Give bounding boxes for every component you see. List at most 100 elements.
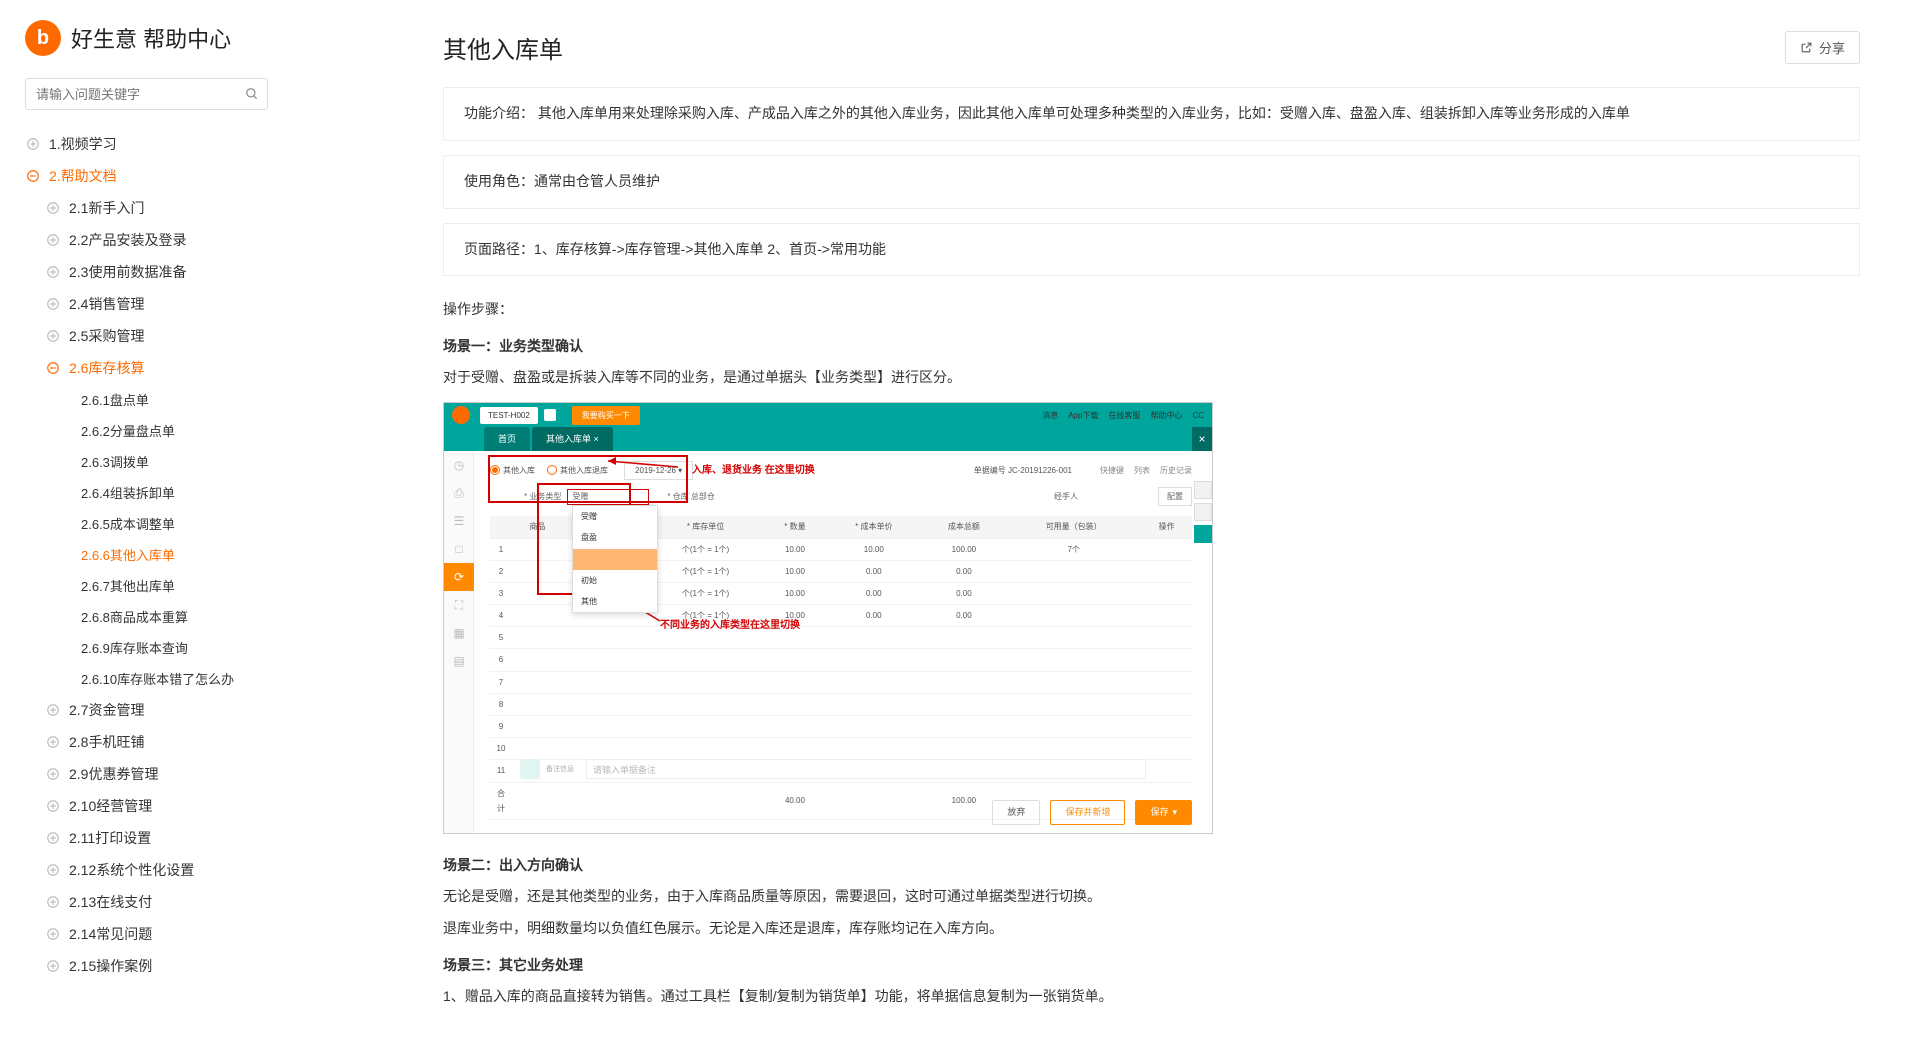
table-cell	[1141, 738, 1192, 760]
nav-item[interactable]: 1.视频学习	[25, 128, 268, 160]
nav-item[interactable]: 2.13在线支付	[25, 886, 268, 918]
shot-tab-home: 首页	[484, 427, 530, 451]
nav-item[interactable]: 2.3使用前数据准备	[25, 256, 268, 288]
lb-icon-active: ⟳	[444, 563, 474, 591]
nav-item-label: 2.13在线支付	[69, 892, 152, 912]
sidebar: b 好生意 帮助中心 1.视频学习2.帮助文档2.1新手入门2.2产品安装及登录…	[0, 0, 293, 1055]
nav-item[interactable]: 2.15操作案例	[25, 950, 268, 982]
table-cell	[1141, 649, 1192, 671]
expand-icon	[45, 702, 61, 718]
nav-item-label: 2.9优惠券管理	[69, 764, 158, 784]
table-cell	[1006, 649, 1141, 671]
nav-item[interactable]: 2.8手机旺铺	[25, 726, 268, 758]
shot-leftbar: ◷ ⎙ ☰ □ ⟳ ⛶ ▦ ▤	[444, 451, 474, 833]
expand-icon	[25, 136, 41, 152]
table-cell	[922, 671, 1006, 693]
info-box-path: 页面路径：1、库存核算->库存管理->其他入库单 2、首页->常用功能	[443, 223, 1860, 277]
nav-item[interactable]: 2.6.2分量盘点单	[25, 415, 268, 446]
nav-item[interactable]: 2.2产品安装及登录	[25, 224, 268, 256]
nav-item[interactable]: 2.6.7其他出库单	[25, 570, 268, 601]
shot-topbar: TEST-H002 我要购买一下 消息 App下载 在线客服 帮助中心 CC	[444, 403, 1212, 427]
table-cell: 3	[490, 582, 512, 604]
steps-title: 操作步骤：	[443, 296, 1860, 323]
shot-tenant: TEST-H002	[480, 407, 538, 424]
nav-item[interactable]: 2.6.9库存账本查询	[25, 632, 268, 663]
table-cell	[922, 738, 1006, 760]
nav-item[interactable]: 2.11打印设置	[25, 822, 268, 854]
table-cell	[1006, 605, 1141, 627]
nav-item[interactable]: 2.6.4组装拆卸单	[25, 477, 268, 508]
main: 其他入库单 分享 功能介绍： 其他入库单用来处理除采购入库、产成品入库之外的其他…	[293, 0, 1920, 1055]
table-cell	[512, 671, 563, 693]
close-icon: ×	[1192, 427, 1212, 451]
table-cell: 0.00	[922, 582, 1006, 604]
biztype-dropdown-panel: 受赠盘盈 初始其他	[572, 505, 658, 613]
nav-item-label: 2.6.9库存账本查询	[81, 638, 188, 657]
nav-item-label: 2.6.7其他出库单	[81, 576, 175, 595]
shot-cs: 在线客服	[1108, 408, 1140, 423]
info-box-intro: 功能介绍： 其他入库单用来处理除采购入库、产成品入库之外的其他入库业务，因此其他…	[443, 87, 1860, 141]
expand-icon	[45, 830, 61, 846]
table-cell	[1006, 738, 1141, 760]
nav-item[interactable]: 2.6.5成本调整单	[25, 508, 268, 539]
nav-item[interactable]: 2.10经营管理	[25, 790, 268, 822]
nav-item[interactable]: 2.12系统个性化设置	[25, 854, 268, 886]
lb-icon: □	[444, 535, 474, 563]
expand-icon	[45, 798, 61, 814]
nav-item[interactable]: 2.6.3调拨单	[25, 446, 268, 477]
red-annotation-text: 不同业务的入库类型在这里切换	[660, 616, 800, 635]
table-header: 操作	[1141, 516, 1192, 538]
nav-item[interactable]: 2.6.6其他入库单	[25, 539, 268, 570]
table-header: 可用量（包装）	[1006, 516, 1141, 538]
table-cell	[1141, 693, 1192, 715]
table-cell: 0.00	[922, 560, 1006, 582]
table-cell	[1141, 627, 1192, 649]
nav-item-label: 2.6.2分量盘点单	[81, 421, 175, 440]
table-cell	[512, 693, 563, 715]
nav-item[interactable]: 2.5采购管理	[25, 320, 268, 352]
scenario1-title: 场景一：业务类型确认	[443, 333, 1860, 360]
shot-tabs: 首页 其他入库单 ×	[444, 427, 1212, 451]
nav-item[interactable]: 2.7资金管理	[25, 694, 268, 726]
scenario2-p1: 无论是受赠，还是其他类型的业务，由于入库商品质量等原因，需要退回，这时可通过单据…	[443, 883, 1860, 910]
search-icon[interactable]	[242, 84, 262, 104]
shot-app: App下载	[1068, 408, 1098, 423]
expand-icon	[45, 862, 61, 878]
nav-item[interactable]: 2.6.10库存账本错了怎么办	[25, 663, 268, 694]
nav-item[interactable]: 2.14常见问题	[25, 918, 268, 950]
lb-icon: ▦	[444, 619, 474, 647]
table-cell: 10	[490, 738, 512, 760]
table-cell	[512, 649, 563, 671]
share-button[interactable]: 分享	[1785, 31, 1860, 64]
search	[25, 78, 268, 110]
table-cell	[647, 738, 764, 760]
expand-icon	[45, 766, 61, 782]
nav-item[interactable]: 2.帮助文档	[25, 160, 268, 192]
table-cell	[1141, 671, 1192, 693]
lb-icon: ⎙	[444, 479, 474, 507]
btn-save-new: 保存并新增	[1050, 800, 1125, 825]
table-cell: 1	[490, 538, 512, 560]
table-cell	[1141, 538, 1192, 560]
table-cell	[563, 738, 647, 760]
lb-icon: ⛶	[444, 591, 474, 619]
table-header	[490, 516, 512, 538]
link-history: 历史记录	[1160, 463, 1192, 478]
red-annotation-text: 入库、退货业务 在这里切换	[692, 461, 815, 480]
nav-item[interactable]: 2.1新手入门	[25, 192, 268, 224]
table-cell	[826, 738, 922, 760]
nav-item[interactable]: 2.4销售管理	[25, 288, 268, 320]
table-cell	[1141, 582, 1192, 604]
shot-msg: 消息	[1042, 408, 1058, 423]
search-input[interactable]	[25, 78, 268, 110]
nav-item[interactable]: 2.6.1盘点单	[25, 384, 268, 415]
link-shortcut: 快捷键	[1100, 463, 1124, 478]
table-cell: 8	[490, 693, 512, 715]
nav-item[interactable]: 2.6.8商品成本重算	[25, 601, 268, 632]
info-box-role: 使用角色：通常由仓管人员维护	[443, 155, 1860, 209]
nav-item[interactable]: 2.9优惠券管理	[25, 758, 268, 790]
nav-item-label: 2.10经营管理	[69, 796, 152, 816]
table-cell: 11	[490, 760, 512, 782]
nav-item[interactable]: 2.6库存核算	[25, 352, 268, 384]
table-cell	[512, 605, 563, 627]
